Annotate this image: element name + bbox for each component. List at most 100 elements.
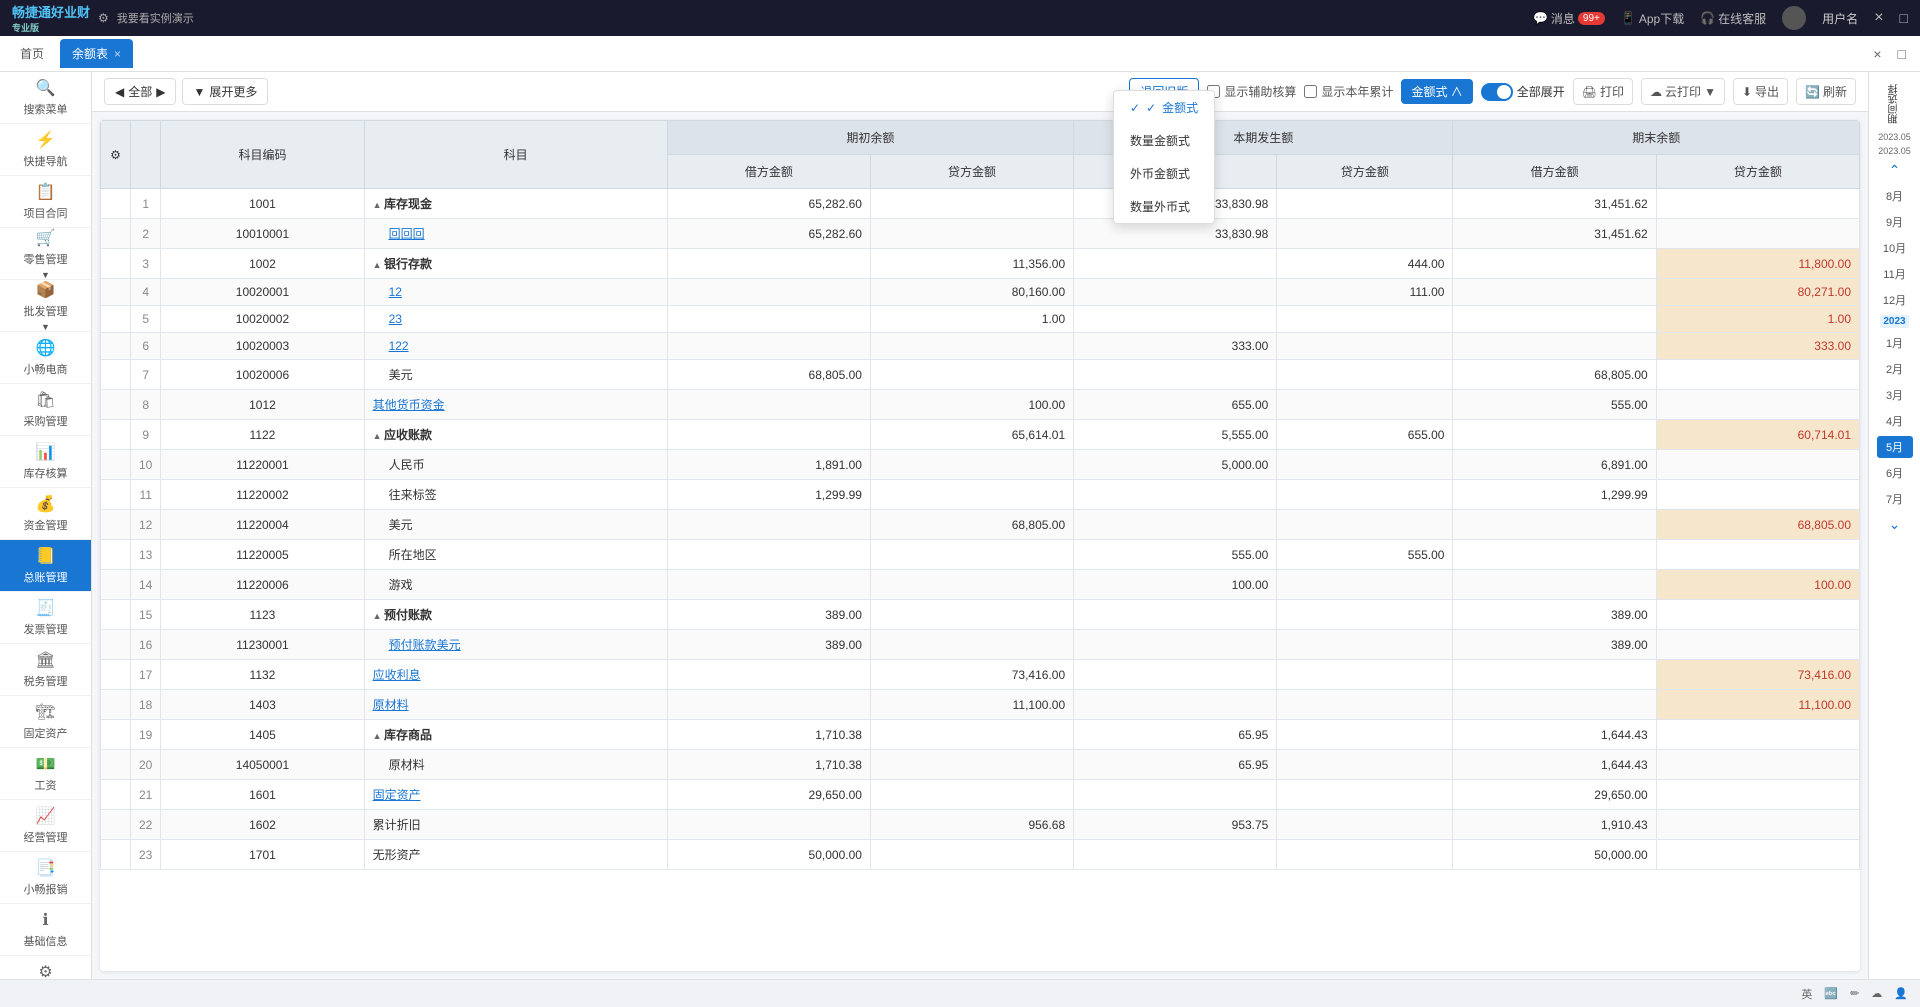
show-ytd-checkbox[interactable]: 显示本年累计 <box>1304 83 1393 100</box>
row-name-link[interactable]: 122 <box>389 339 409 353</box>
row-name-link[interactable]: 固定资产 <box>373 788 421 802</box>
expand-btn[interactable]: ▼ 展开更多 <box>182 78 268 105</box>
sidebar-item-operations[interactable]: 📈 经营管理 <box>0 800 91 852</box>
sidebar-item-project[interactable]: 📋 项目合同 <box>0 176 91 228</box>
period-month-3[interactable]: 3月 <box>1877 384 1913 406</box>
row-name[interactable]: 原材料 <box>364 690 667 720</box>
table-row[interactable]: 1211220004美元68,805.0068,805.00 <box>101 510 1860 540</box>
notification-btn[interactable]: 💬 消息 99+ <box>1533 10 1605 27</box>
sidebar-item-accounting[interactable]: 📒 总账管理 <box>0 540 91 592</box>
period-month-8[interactable]: 8月 <box>1877 185 1913 207</box>
sidebar-item-inventory[interactable]: 📊 库存核算 <box>0 436 91 488</box>
sidebar-item-invoice[interactable]: 🧾 发票管理 <box>0 592 91 644</box>
table-row[interactable]: 1611230001预付账款美元389.00389.00 <box>101 630 1860 660</box>
sidebar-item-quick-nav[interactable]: ⚡ 快捷导航 <box>0 124 91 176</box>
tab-restore-btn[interactable]: □ <box>1892 44 1912 64</box>
table-row[interactable]: 151123▲ 预付账款389.00389.00 <box>101 600 1860 630</box>
sidebar-item-wholesale[interactable]: 📦 批发管理 ▼ <box>0 280 91 332</box>
row-name-link[interactable]: 回回回 <box>389 227 425 241</box>
row-name-link[interactable]: 应收利息 <box>373 668 421 682</box>
table-row[interactable]: 231701无形资产50,000.0050,000.00 <box>101 840 1860 870</box>
window-maximize-btn[interactable]: □ <box>1900 10 1908 26</box>
period-month-10[interactable]: 10月 <box>1877 237 1913 259</box>
dropdown-item-foreign-amount[interactable]: 外币金额式 <box>1114 157 1214 190</box>
table-row[interactable]: 91122▲ 应收账款65,614.015,555.00655.0060,714… <box>101 420 1860 450</box>
tab-home[interactable]: 首页 <box>8 39 56 68</box>
sidebar-item-retail[interactable]: 🛒 零售管理 ▼ <box>0 228 91 280</box>
period-month-11[interactable]: 11月 <box>1877 263 1913 285</box>
table-row[interactable]: 1411220006游戏100.00100.00 <box>101 570 1860 600</box>
period-month-2[interactable]: 2月 <box>1877 358 1913 380</box>
sidebar-item-tax[interactable]: 🏛 税务管理 <box>0 644 91 696</box>
dropdown-item-quantity-foreign[interactable]: 数量外币式 <box>1114 190 1214 223</box>
tab-close-all-btn[interactable]: × <box>1867 44 1887 64</box>
tab-close-icon[interactable]: × <box>114 47 121 61</box>
col-settings-header[interactable]: ⚙ <box>101 121 131 189</box>
sidebar-item-basic-info[interactable]: ℹ 基础信息 <box>0 904 91 956</box>
dropdown-item-quantity-amount[interactable]: 数量金额式 <box>1114 124 1214 157</box>
table-row[interactable]: 1311220005所在地区555.00555.00 <box>101 540 1860 570</box>
period-scroll-down[interactable]: ⌄ <box>1887 514 1903 535</box>
row-name[interactable]: 12 <box>364 279 667 306</box>
row-name-link[interactable]: 其他货币资金 <box>373 398 445 412</box>
table-row[interactable]: 210010001回回回65,282.6033,830.9831,451.62 <box>101 219 1860 249</box>
table-row[interactable]: 4100200011280,160.00111.0080,271.00 <box>101 279 1860 306</box>
table-row[interactable]: 11001▲ 库存现金65,282.6033,830.9831,451.62 <box>101 189 1860 219</box>
expand-all-toggle[interactable]: 全部展开 <box>1481 83 1565 101</box>
row-name-link[interactable]: 预付账款美元 <box>389 638 461 652</box>
status-user[interactable]: 👤 <box>1894 987 1908 1000</box>
status-lang[interactable]: 英 <box>1801 986 1812 1002</box>
period-month-12[interactable]: 12月 <box>1877 289 1913 311</box>
period-month-5[interactable]: 5月 <box>1877 436 1913 458</box>
period-month-7[interactable]: 7月 <box>1877 488 1913 510</box>
table-row[interactable]: 171132应收利息73,416.0073,416.00 <box>101 660 1860 690</box>
table-row[interactable]: 1011220001人民币1,891.005,000.006,891.00 <box>101 450 1860 480</box>
period-month-1[interactable]: 1月 <box>1877 332 1913 354</box>
settings-icon[interactable]: ⚙ <box>98 11 109 25</box>
demo-link[interactable]: 我要看实例演示 <box>117 10 194 26</box>
export-btn[interactable]: ⬇ 导出 <box>1733 78 1788 105</box>
all-btn[interactable]: ◀ 全部 ▶ <box>104 78 176 105</box>
row-name[interactable]: 其他货币资金 <box>364 390 667 420</box>
style-dropdown-btn[interactable]: 金额式 ∧ <box>1401 79 1472 104</box>
row-name-link[interactable]: 原材料 <box>373 698 409 712</box>
sidebar-item-purchase[interactable]: 🛍 采购管理 <box>0 384 91 436</box>
period-month-9[interactable]: 9月 <box>1877 211 1913 233</box>
table-row[interactable]: 1111220002往来标签1,299.991,299.99 <box>101 480 1860 510</box>
dropdown-item-amount[interactable]: ✓ 金额式 <box>1114 91 1214 124</box>
table-row[interactable]: 181403原材料11,100.0011,100.00 <box>101 690 1860 720</box>
row-name[interactable]: 回回回 <box>364 219 667 249</box>
table-row[interactable]: 610020003122333.00333.00 <box>101 333 1860 360</box>
status-sync[interactable]: ☁ <box>1871 987 1882 1000</box>
sidebar-item-capital[interactable]: 💰 资金管理 <box>0 488 91 540</box>
user-avatar[interactable] <box>1782 6 1806 30</box>
sidebar-item-ecommerce[interactable]: 🌐 小畅电商 <box>0 332 91 384</box>
table-row[interactable]: 31002▲ 银行存款11,356.00444.0011,800.00 <box>101 249 1860 279</box>
period-month-6[interactable]: 6月 <box>1877 462 1913 484</box>
status-input[interactable]: 🔤 <box>1824 987 1838 1000</box>
app-download-btn[interactable]: 📱 App下载 <box>1621 10 1684 27</box>
sidebar-item-search[interactable]: 🔍 搜索菜单 <box>0 72 91 124</box>
sidebar-item-fixed-assets[interactable]: 🏗 固定资产 <box>0 696 91 748</box>
print-btn[interactable]: 🖨 打印 <box>1573 78 1633 105</box>
table-row[interactable]: 221602累计折旧956.68953.751,910.43 <box>101 810 1860 840</box>
table-row[interactable]: 2014050001原材料1,710.3865.951,644.43 <box>101 750 1860 780</box>
row-name[interactable]: 23 <box>364 306 667 333</box>
row-name[interactable]: 应收利息 <box>364 660 667 690</box>
sidebar-item-system[interactable]: ⚙ 系统管理 <box>0 956 91 979</box>
show-auxiliary-checkbox[interactable]: 显示辅助核算 <box>1207 83 1296 100</box>
table-row[interactable]: 81012其他货币资金100.00655.00555.00 <box>101 390 1860 420</box>
row-name[interactable]: 固定资产 <box>364 780 667 810</box>
window-close-btn[interactable]: × <box>1874 9 1883 27</box>
tab-balance-sheet[interactable]: 余额表 × <box>60 39 133 68</box>
table-row[interactable]: 191405▲ 库存商品1,710.3865.951,644.43 <box>101 720 1860 750</box>
cloud-print-btn[interactable]: ☁ 云打印 ▼ <box>1641 78 1725 105</box>
ytd-check[interactable] <box>1304 85 1317 98</box>
refresh-btn[interactable]: 🔄 刷新 <box>1796 78 1856 105</box>
table-row[interactable]: 211601固定资产29,650.0029,650.00 <box>101 780 1860 810</box>
username[interactable]: 用户名 <box>1822 10 1858 27</box>
period-month-4[interactable]: 4月 <box>1877 410 1913 432</box>
online-service-btn[interactable]: 🎧 在线客服 <box>1700 10 1766 27</box>
sidebar-item-payroll[interactable]: 💵 工资 <box>0 748 91 800</box>
table-row[interactable]: 510020002231.001.00 <box>101 306 1860 333</box>
